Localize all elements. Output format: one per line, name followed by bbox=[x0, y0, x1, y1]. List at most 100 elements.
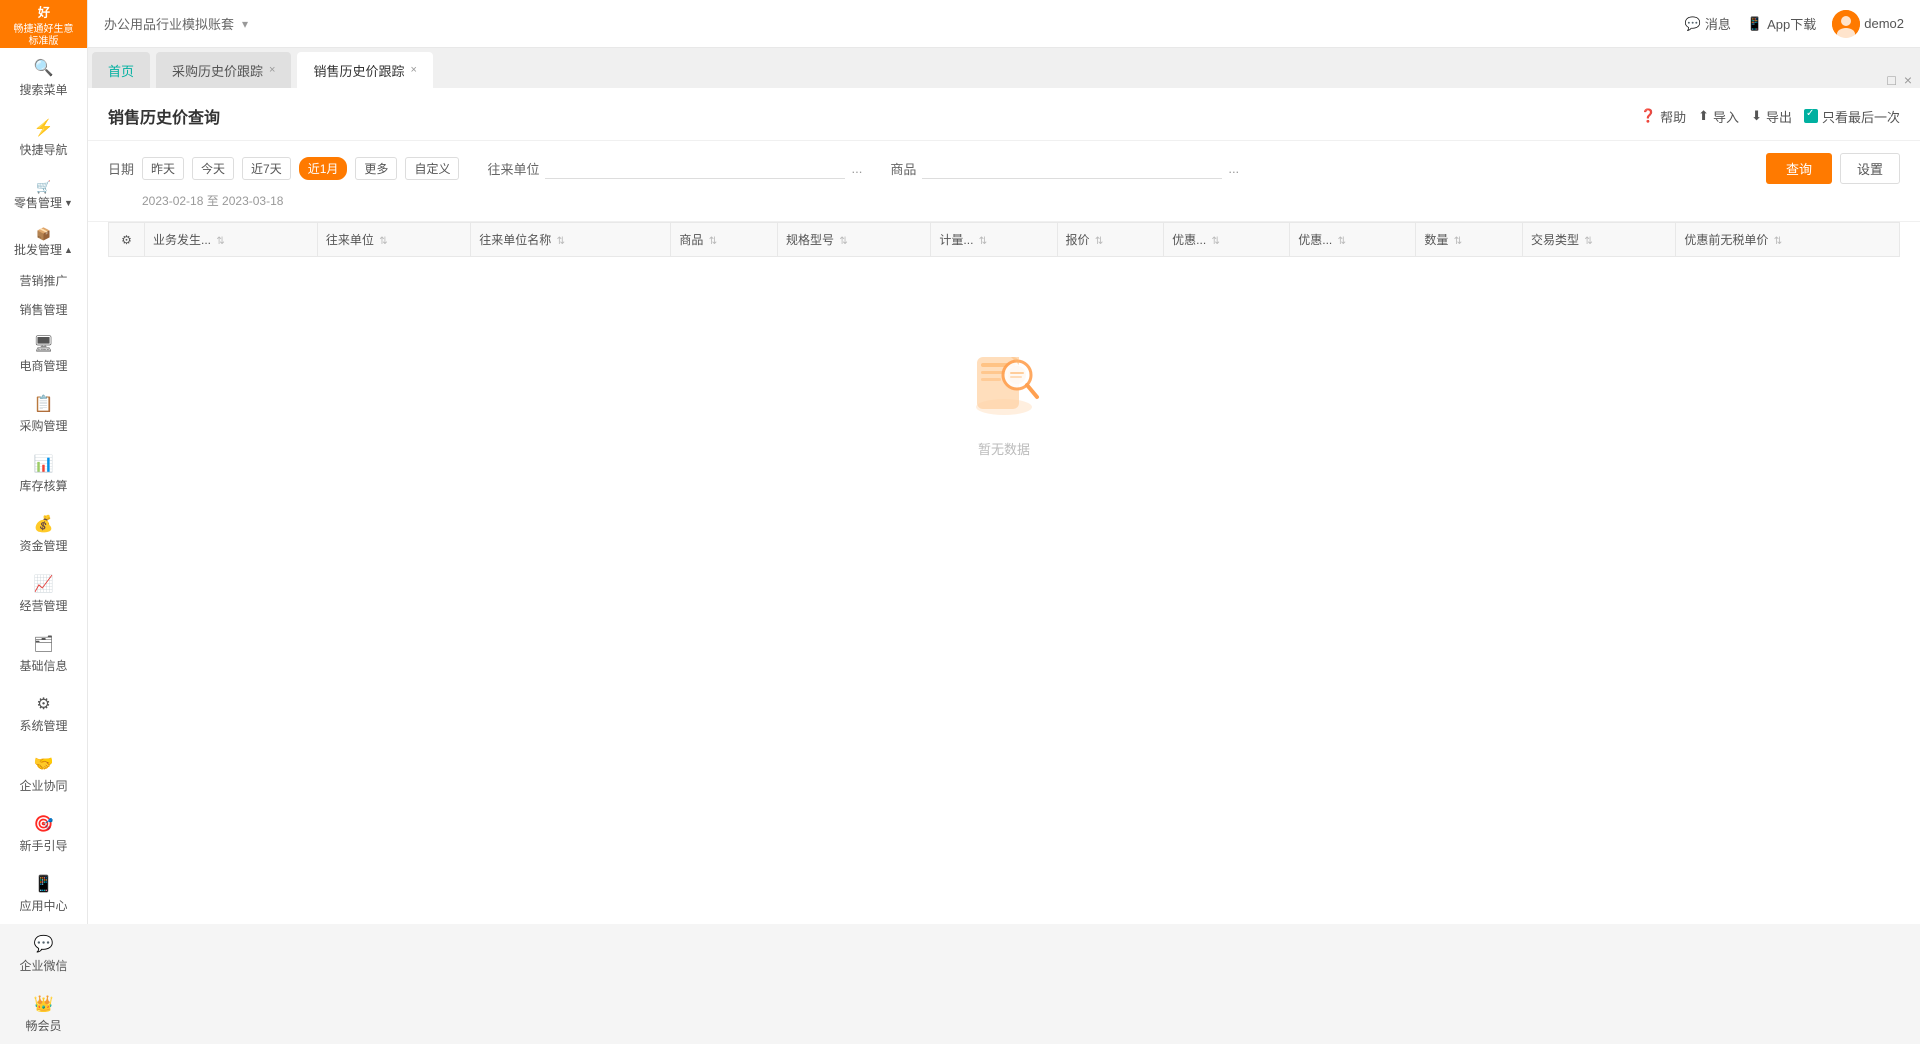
main-area: 办公用品行业模拟账套 ▾ 💬 消息 📱 App下载 de bbox=[88, 0, 1920, 924]
sidebar-sub-item-sales[interactable]: 销售管理 bbox=[0, 295, 87, 324]
only-last-checkbox[interactable] bbox=[1804, 109, 1818, 123]
table-head: ⚙ 业务发生... ⇅ 往来单位 ⇅ 往来单位名称 ⇅ bbox=[109, 223, 1900, 257]
table-col-quote[interactable]: 报价 ⇅ bbox=[1057, 223, 1164, 257]
app-logo[interactable]: 好 畅捷通好生意 标准版 bbox=[0, 0, 87, 48]
partner-search-icon[interactable]: ... bbox=[851, 161, 862, 176]
tab-sales-history[interactable]: 销售历史价跟踪 × bbox=[297, 52, 432, 88]
col-pretax-label: 优惠前无税单价 bbox=[1684, 233, 1768, 247]
sidebar-item-wechat[interactable]: 💬 企业微信 bbox=[0, 924, 87, 984]
sidebar-item-search[interactable]: 🔍 搜索菜单 bbox=[0, 48, 87, 108]
tab-sales-label: 销售历史价跟踪 bbox=[313, 61, 404, 80]
restore-window-button[interactable]: □ bbox=[1887, 72, 1895, 88]
sidebar-item-ecommerce[interactable]: 🖥 电商管理 bbox=[0, 324, 87, 384]
col-quote-label: 报价 bbox=[1066, 233, 1090, 247]
sidebar-item-wholesale[interactable]: 📦 批发管理 ▲ bbox=[0, 219, 87, 266]
sidebar-item-member[interactable]: 👑 畅会员 bbox=[0, 984, 87, 1044]
filter-row-1: 日期 昨天 今天 近7天 近1月 更多 自定义 往来单位 ... 商品 ... bbox=[108, 153, 1900, 184]
tab-purchase-label: 采购历史价跟踪 bbox=[172, 61, 263, 80]
table-col-pretax[interactable]: 优惠前无税单价 ⇅ bbox=[1676, 223, 1900, 257]
topbar-dropdown-icon[interactable]: ▾ bbox=[242, 17, 248, 31]
sidebar-item-operations[interactable]: 📈 经营管理 bbox=[0, 564, 87, 624]
wholesale-icon: 📦 bbox=[36, 227, 51, 241]
sidebar-item-newbie[interactable]: 🎯 新手引导 bbox=[0, 804, 87, 864]
import-button[interactable]: ⬆ 导入 bbox=[1698, 107, 1739, 126]
table-col-discount1[interactable]: 优惠... ⇅ bbox=[1164, 223, 1290, 257]
sidebar-item-label: 快捷导航 bbox=[19, 141, 67, 158]
message-button[interactable]: 💬 消息 bbox=[1685, 14, 1731, 33]
sidebar: 好 畅捷通好生意 标准版 🔍 搜索菜单 ⚡ 快捷导航 🛒 零售管理 ▼ 📦 批发… bbox=[0, 0, 88, 924]
export-button[interactable]: ⬇ 导出 bbox=[1751, 107, 1792, 126]
sidebar-item-label: 基础信息 bbox=[19, 657, 67, 674]
sidebar-item-shortcut[interactable]: ⚡ 快捷导航 bbox=[0, 108, 87, 168]
product-input[interactable] bbox=[922, 159, 1222, 179]
export-label: 导出 bbox=[1766, 107, 1792, 126]
filter-bar: 日期 昨天 今天 近7天 近1月 更多 自定义 往来单位 ... 商品 ... bbox=[88, 141, 1920, 222]
only-last-label: 只看最后一次 bbox=[1822, 107, 1900, 126]
partner-input[interactable] bbox=[545, 159, 845, 179]
date-1month-btn[interactable]: 近1月 bbox=[299, 157, 348, 180]
table-col-partner-name[interactable]: 往来单位名称 ⇅ bbox=[471, 223, 671, 257]
inventory-icon: 📊 bbox=[34, 454, 54, 474]
tabs-right-controls: □ × bbox=[1887, 72, 1920, 88]
date-yesterday-btn[interactable]: 昨天 bbox=[142, 157, 184, 180]
sidebar-item-inventory[interactable]: 📊 库存核算 bbox=[0, 444, 87, 504]
only-last-checkbox-label[interactable]: 只看最后一次 bbox=[1804, 107, 1900, 126]
sidebar-item-label: 批发管理 bbox=[14, 241, 62, 258]
svg-text:好: 好 bbox=[36, 4, 49, 19]
empty-text: 暂无数据 bbox=[978, 439, 1030, 458]
content-area: 销售历史价查询 ❓ 帮助 ⬆ 导入 ⬇ 导出 只看最后一次 bbox=[88, 88, 1920, 924]
tab-sales-close[interactable]: × bbox=[410, 64, 416, 76]
help-button[interactable]: ❓ 帮助 bbox=[1640, 107, 1686, 126]
date-today-btn[interactable]: 今天 bbox=[192, 157, 234, 180]
user-profile[interactable]: demo2 bbox=[1832, 10, 1904, 38]
product-filter-group: 商品 ... bbox=[890, 159, 1239, 179]
sidebar-item-enterprise[interactable]: 🤝 企业协同 bbox=[0, 744, 87, 804]
newbie-icon: 🎯 bbox=[34, 814, 54, 834]
table-col-spec[interactable]: 规格型号 ⇅ bbox=[778, 223, 931, 257]
table-col-qty[interactable]: 数量 ⇅ bbox=[1416, 223, 1523, 257]
date-custom-btn[interactable]: 自定义 bbox=[405, 157, 459, 180]
col-product-label: 商品 bbox=[679, 233, 703, 247]
gear-icon[interactable]: ⚙ bbox=[121, 233, 132, 247]
sidebar-sub-label: 营销推广 bbox=[19, 274, 67, 288]
sidebar-item-appstore[interactable]: 📱 应用中心 bbox=[0, 864, 87, 924]
table-col-discount2[interactable]: 优惠... ⇅ bbox=[1290, 223, 1416, 257]
operations-icon: 📈 bbox=[34, 574, 54, 594]
basic-icon: 🗂 bbox=[33, 634, 53, 654]
app-download-button[interactable]: 📱 App下载 bbox=[1747, 14, 1816, 33]
table-col-biz-date[interactable]: 业务发生... ⇅ bbox=[145, 223, 318, 257]
wholesale-sub-menu: 营销推广 销售管理 bbox=[0, 266, 87, 324]
tab-home[interactable]: 首页 bbox=[92, 52, 150, 88]
date-7days-btn[interactable]: 近7天 bbox=[242, 157, 291, 180]
tab-purchase-close[interactable]: × bbox=[269, 64, 275, 76]
col-discount2-label: 优惠... bbox=[1298, 233, 1332, 247]
col-discount1-label: 优惠... bbox=[1172, 233, 1206, 247]
table-col-partner-code[interactable]: 往来单位 ⇅ bbox=[317, 223, 470, 257]
sort-icon: ⇅ bbox=[379, 236, 387, 247]
tab-purchase-history[interactable]: 采购历史价跟踪 × bbox=[156, 52, 291, 88]
product-search-icon[interactable]: ... bbox=[1228, 161, 1239, 176]
sidebar-item-label: 电商管理 bbox=[19, 357, 67, 374]
sidebar-item-basic[interactable]: 🗂 基础信息 bbox=[0, 624, 87, 684]
settings-button[interactable]: 设置 bbox=[1840, 153, 1900, 184]
sidebar-item-purchase[interactable]: 📋 采购管理 bbox=[0, 384, 87, 444]
table-col-gear[interactable]: ⚙ bbox=[109, 223, 145, 257]
empty-illustration bbox=[959, 337, 1049, 427]
table-col-trade-type[interactable]: 交易类型 ⇅ bbox=[1523, 223, 1676, 257]
query-button[interactable]: 查询 bbox=[1766, 153, 1832, 184]
table-col-product[interactable]: 商品 ⇅ bbox=[671, 223, 778, 257]
avatar bbox=[1832, 10, 1860, 38]
sort-icon: ⇅ bbox=[1095, 236, 1103, 247]
close-window-button[interactable]: × bbox=[1904, 72, 1912, 88]
tab-home-label: 首页 bbox=[108, 61, 134, 80]
sort-icon: ⇅ bbox=[839, 236, 847, 247]
sidebar-item-finance[interactable]: 💰 资金管理 bbox=[0, 504, 87, 564]
sidebar-item-retail[interactable]: 🛒 零售管理 ▼ bbox=[0, 172, 87, 219]
sidebar-sub-label: 销售管理 bbox=[19, 303, 67, 317]
download-icon: 📱 bbox=[1747, 16, 1763, 32]
sidebar-sub-item-marketing[interactable]: 营销推广 bbox=[0, 266, 87, 295]
sidebar-item-system[interactable]: ⚙ 系统管理 bbox=[0, 684, 87, 744]
table-col-unit[interactable]: 计量... ⇅ bbox=[931, 223, 1057, 257]
sort-icon: ⇅ bbox=[709, 236, 717, 247]
date-more-btn[interactable]: 更多 bbox=[355, 157, 397, 180]
